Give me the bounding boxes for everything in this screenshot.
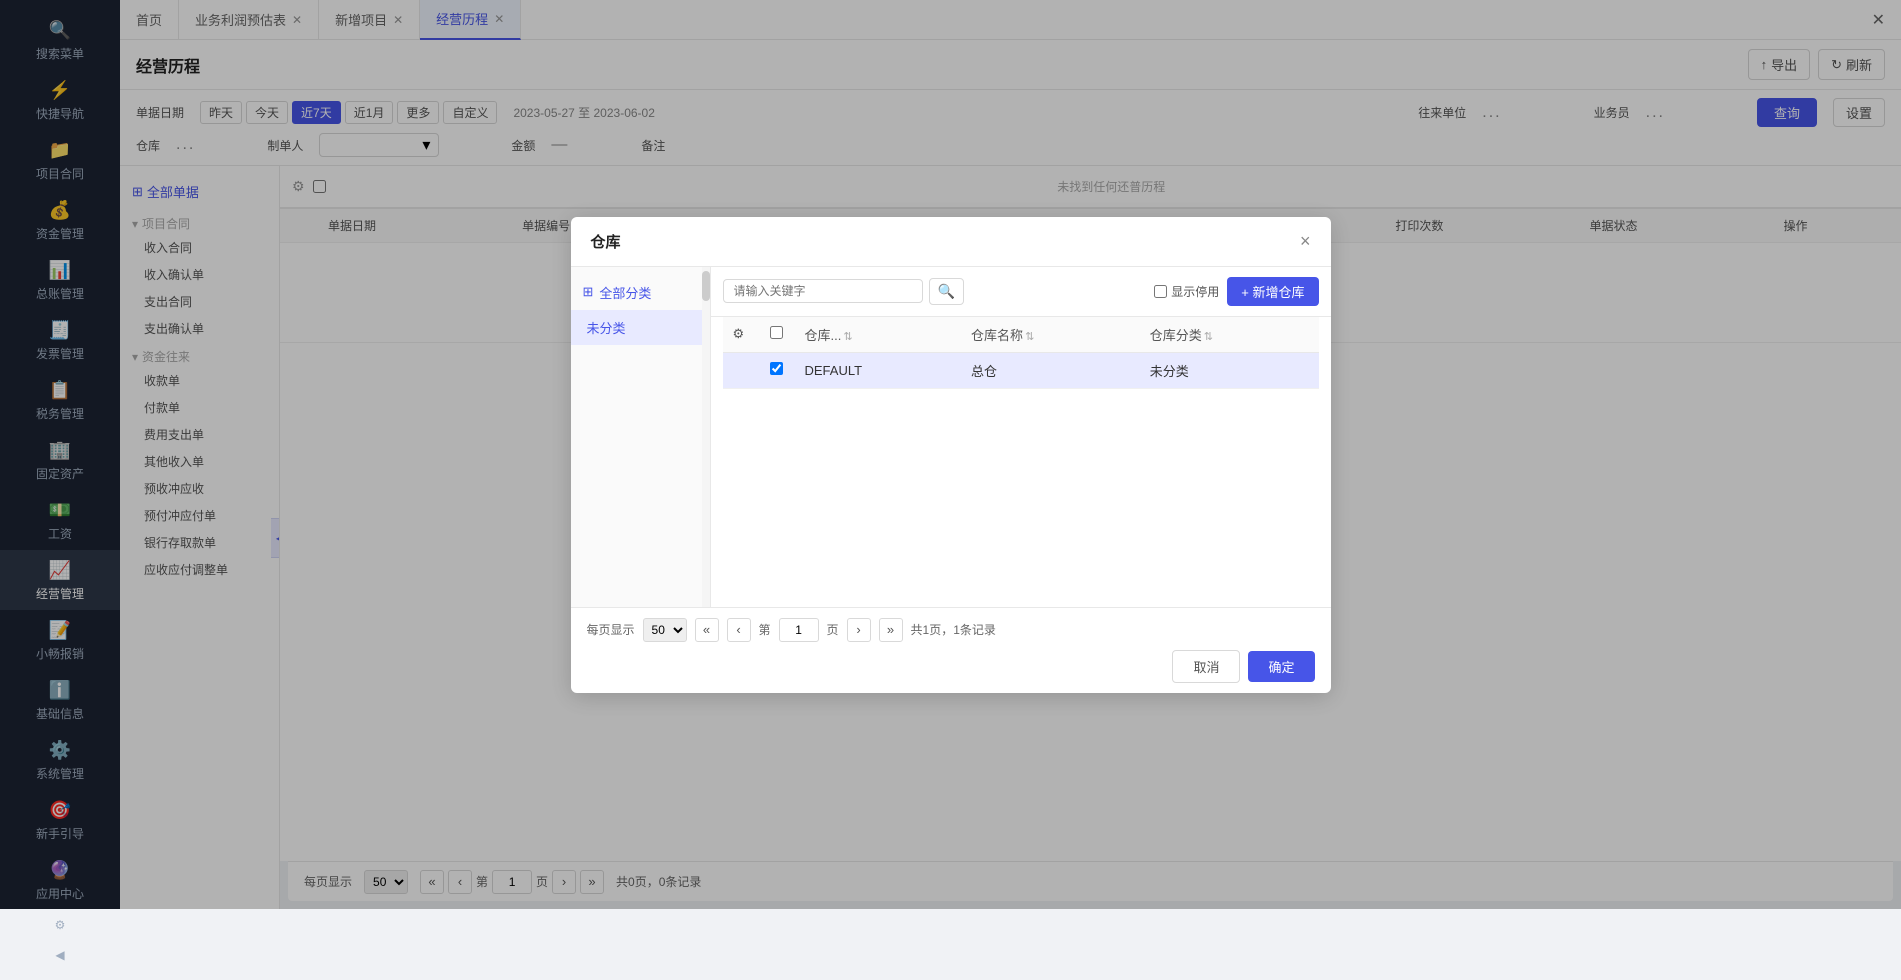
sidebar-settings[interactable]: ⚙ [0, 910, 120, 940]
sidebar-scrollbar [702, 267, 710, 607]
show-disabled-checkbox[interactable] [1154, 285, 1167, 298]
modal-main: 🔍 显示停用 + 新增仓库 ⚙ [711, 267, 1331, 607]
modal-footer: 每页显示 50 « ‹ 第 页 › » 共1页，1条记录 取消 确定 [571, 607, 1331, 693]
collapse-icon: ◀ [55, 948, 64, 962]
show-disabled-label[interactable]: 显示停用 [1154, 283, 1219, 300]
modal-sidebar: ⊞ 全部分类 未分类 [571, 267, 711, 607]
sidebar-scrollbar-thumb [702, 271, 710, 301]
modal-toolbar: 🔍 显示停用 + 新增仓库 [711, 267, 1331, 317]
row-checkbox[interactable] [759, 352, 795, 388]
modal-actions: 取消 确定 [587, 650, 1315, 683]
modal-all-category[interactable]: ⊞ 全部分类 [571, 275, 710, 310]
modal-pagination: 每页显示 50 « ‹ 第 页 › » 共1页，1条记录 [587, 618, 1315, 642]
row-settings [723, 352, 759, 388]
modal-table: ⚙ 仓库...⇅ 仓库名称⇅ [723, 317, 1319, 389]
row-code: DEFAULT [795, 352, 962, 388]
modal-search-button[interactable]: 🔍 [929, 278, 964, 305]
add-warehouse-btn[interactable]: + 新增仓库 [1227, 277, 1318, 306]
row-category: 未分类 [1140, 352, 1319, 388]
cancel-button[interactable]: 取消 [1172, 650, 1240, 683]
confirm-button[interactable]: 确定 [1248, 651, 1314, 682]
modal-uncategorized[interactable]: 未分类 [571, 310, 710, 345]
modal-search-input[interactable] [723, 279, 923, 303]
modal-per-page-select[interactable]: 50 [643, 618, 687, 642]
modal-th-name: 仓库名称⇅ [961, 317, 1140, 353]
modal-body: ⊞ 全部分类 未分类 🔍 [571, 267, 1331, 607]
modal-first-btn[interactable]: « [695, 618, 719, 642]
modal-close-btn[interactable]: × [1300, 231, 1311, 252]
modal-table-row[interactable]: DEFAULT 总仓 未分类 [723, 352, 1319, 388]
modal-last-btn[interactable]: » [879, 618, 903, 642]
modal-th-category: 仓库分类⇅ [1140, 317, 1319, 353]
modal-th-code: 仓库...⇅ [795, 317, 962, 353]
modal-prev-btn[interactable]: ‹ [727, 618, 751, 642]
warehouse-modal: 仓库 × ⊞ 全部分类 未分类 [571, 217, 1331, 693]
row-name: 总仓 [961, 352, 1140, 388]
modal-th-check [759, 317, 795, 353]
grid-icon-modal: ⊞ [583, 284, 594, 300]
modal-overlay: 仓库 × ⊞ 全部分类 未分类 [0, 0, 1901, 909]
modal-page-input[interactable] [779, 618, 819, 642]
modal-title: 仓库 [591, 231, 621, 252]
settings-icon: ⚙ [55, 918, 66, 932]
modal-th-settings: ⚙ [723, 317, 759, 353]
modal-search-area: 🔍 [723, 278, 1147, 305]
sidebar-collapse[interactable]: ◀ [0, 940, 120, 970]
modal-header: 仓库 × [571, 217, 1331, 267]
modal-next-btn[interactable]: › [847, 618, 871, 642]
modal-select-all[interactable] [770, 326, 783, 339]
modal-table-wrap: ⚙ 仓库...⇅ 仓库名称⇅ [711, 317, 1331, 607]
